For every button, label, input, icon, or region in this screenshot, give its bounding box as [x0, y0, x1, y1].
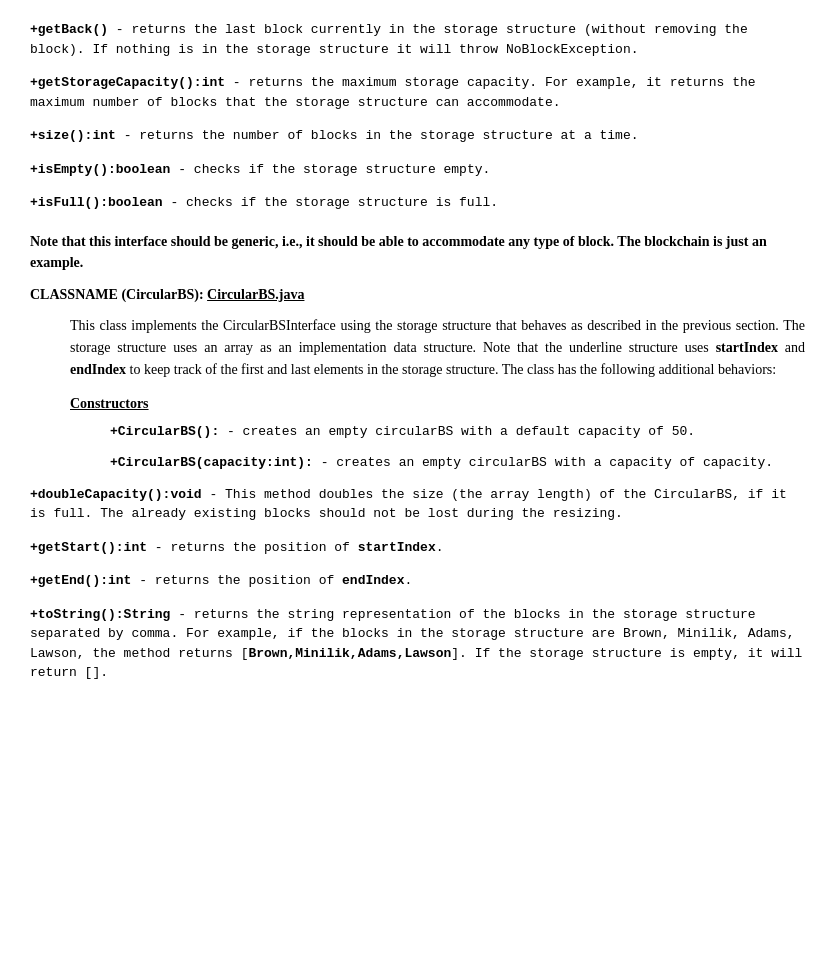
method-getend: +getEnd():int - returns the position of … — [30, 571, 805, 591]
method-desc-getend-bold: endIndex — [342, 573, 404, 588]
method-isfull: +isFull():boolean - checks if the storag… — [30, 193, 805, 213]
method-getstoragecapacity: +getStorageCapacity():int - returns the … — [30, 73, 805, 112]
constructor-default: +CircularBS(): - creates an empty circul… — [110, 422, 805, 442]
method-name-isempty: +isEmpty():boolean — [30, 162, 170, 177]
constructor-capacity-sig: +CircularBS(capacity:int): — [110, 455, 313, 470]
method-size: +size():int - returns the number of bloc… — [30, 126, 805, 146]
method-desc-getstart-bold: startIndex — [358, 540, 436, 555]
startindex-label: startIndex — [716, 340, 778, 355]
method-tostring: +toString():String - returns the string … — [30, 605, 805, 683]
method-name-getback: +getBack() — [30, 22, 108, 37]
method-desc-tostring-bold: Brown,Minilik,Adams,Lawson — [248, 646, 451, 661]
method-name-getend: +getEnd():int — [30, 573, 131, 588]
interface-note: Note that this interface should be gener… — [30, 231, 805, 273]
endindex-label: endIndex — [70, 362, 126, 377]
method-desc-size: - returns the number of blocks in the st… — [116, 128, 639, 143]
classname-header: CLASSNAME (CircularBS): CircularBS.java — [30, 287, 805, 303]
classname-file-link[interactable]: CircularBS.java — [207, 287, 304, 302]
method-desc-getend-post: . — [404, 573, 412, 588]
constructor-default-sig: +CircularBS(): — [110, 424, 219, 439]
classname-label: CLASSNAME (CircularBS) — [30, 287, 199, 302]
method-desc-getback: - returns the last block currently in th… — [30, 22, 748, 57]
constructors-header: Constructors — [70, 396, 805, 412]
method-doublecapacity: +doubleCapacity():void - This method dou… — [30, 485, 805, 524]
method-name-doublecapacity: +doubleCapacity():void — [30, 487, 202, 502]
class-description: This class implements the CircularBSInte… — [70, 315, 805, 382]
constructor-capacity: +CircularBS(capacity:int): - creates an … — [110, 453, 805, 473]
method-name-getstoragecapacity: +getStorageCapacity():int — [30, 75, 225, 90]
method-name-getstart: +getStart():int — [30, 540, 147, 555]
document-content: +getBack() - returns the last block curr… — [30, 20, 805, 683]
method-desc-isempty: - checks if the storage structure empty. — [170, 162, 490, 177]
constructor-capacity-desc: - creates an empty circularBS with a cap… — [313, 455, 773, 470]
method-getstart: +getStart():int - returns the position o… — [30, 538, 805, 558]
method-getback: +getBack() - returns the last block curr… — [30, 20, 805, 59]
method-desc-getstart-pre: - returns the position of — [147, 540, 358, 555]
method-name-isfull: +isFull():boolean — [30, 195, 163, 210]
constructor-default-desc: - creates an empty circularBS with a def… — [219, 424, 695, 439]
method-desc-getend-pre: - returns the position of — [131, 573, 342, 588]
method-name-size: +size():int — [30, 128, 116, 143]
method-desc-getstart-post: . — [436, 540, 444, 555]
method-isempty: +isEmpty():boolean - checks if the stora… — [30, 160, 805, 180]
method-name-tostring: +toString():String — [30, 607, 170, 622]
method-desc-isfull: - checks if the storage structure is ful… — [163, 195, 498, 210]
